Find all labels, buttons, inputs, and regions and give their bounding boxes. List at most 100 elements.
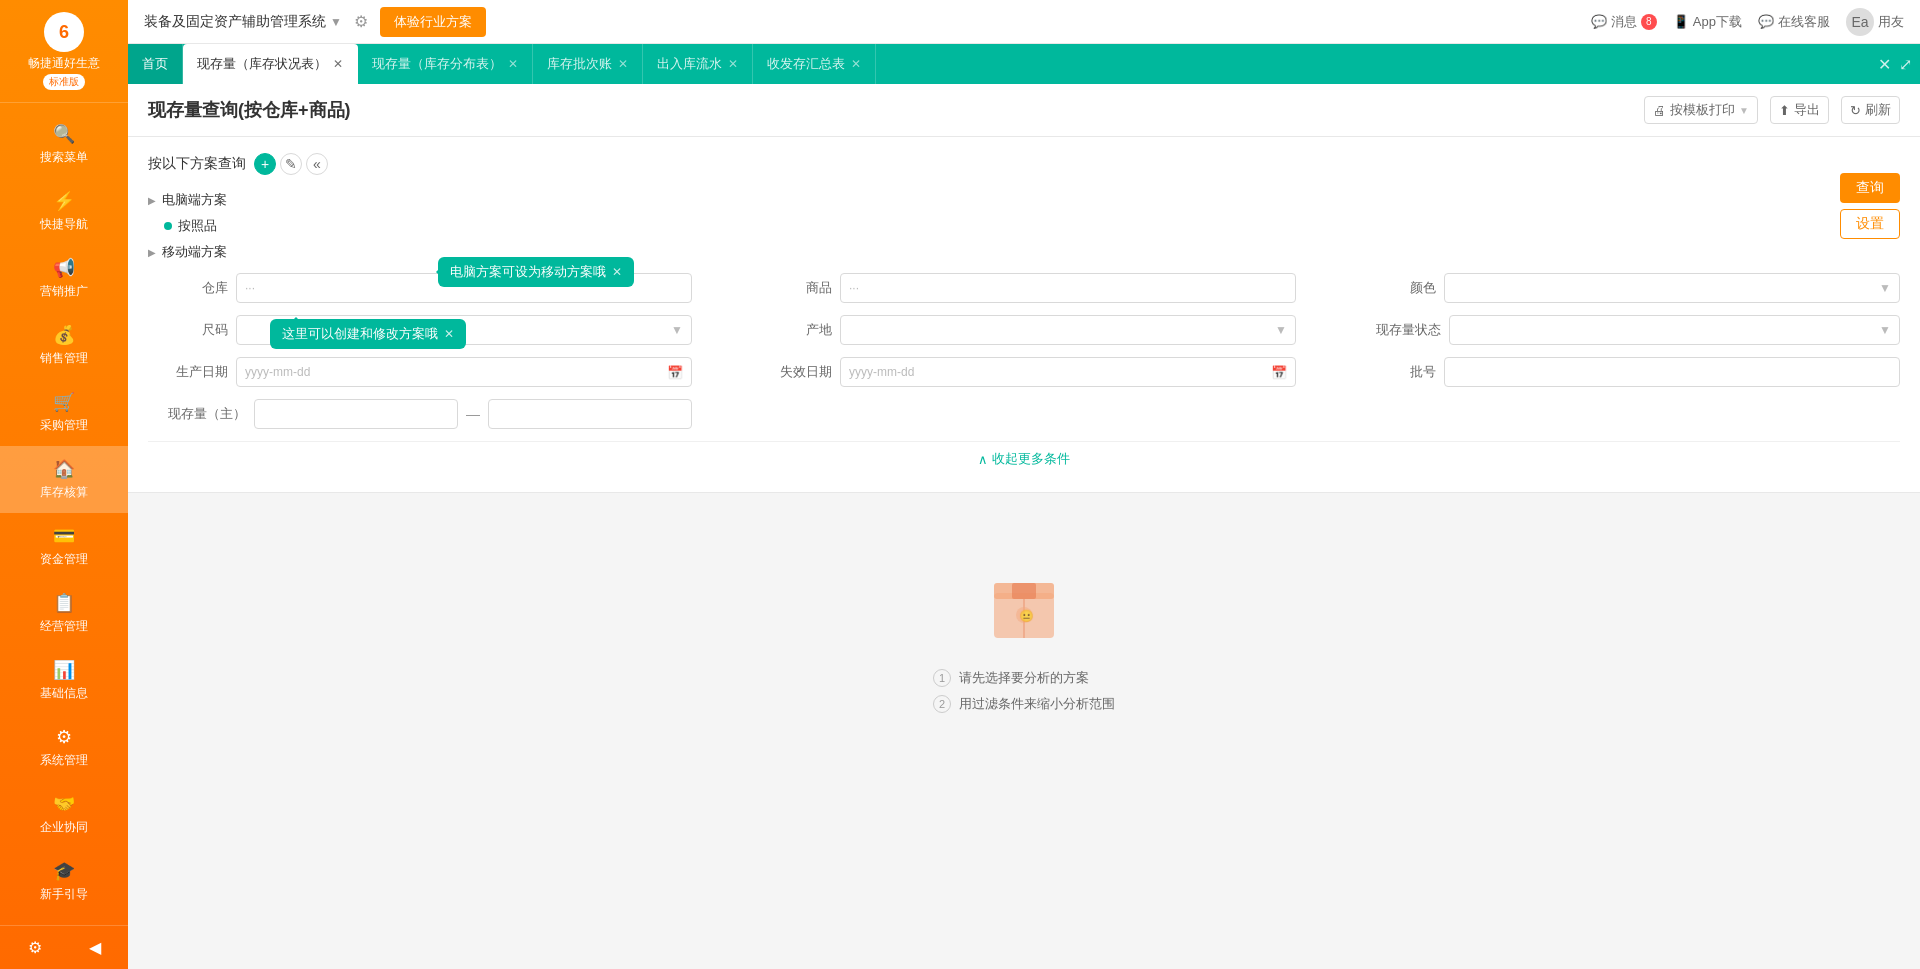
step-num-2: 2 (933, 695, 951, 713)
empty-steps: 1 请先选择要分析的方案 2 用过滤条件来缩小分析范围 (933, 669, 1115, 713)
sidebar-item-collab[interactable]: 🤝 企业协同 (0, 781, 128, 848)
color-label: 颜色 (1376, 279, 1436, 297)
tooltip1-close[interactable]: ✕ (612, 265, 622, 279)
calendar-icon-1: 📅 (667, 365, 683, 380)
mobile-arrow-icon: ▶ (148, 247, 156, 258)
system-name: 装备及固定资产辅助管理系统 (144, 13, 326, 31)
tab-close-3[interactable]: ✕ (618, 57, 628, 71)
tab-inventory-dist[interactable]: 现存量（库存分布表） ✕ (358, 44, 533, 84)
stock-qty-min[interactable] (254, 399, 458, 429)
marketing-icon: 📢 (53, 257, 75, 279)
dropdown-arrow-print: ▼ (1739, 105, 1749, 116)
filter-header: 按以下方案查询 + ✎ « (148, 153, 1900, 175)
sidebar-item-basic[interactable]: 📊 基础信息 (0, 647, 128, 714)
tab-close-4[interactable]: ✕ (728, 57, 738, 71)
tab-inout[interactable]: 出入库流水 ✕ (643, 44, 753, 84)
stock-status-select[interactable]: ▼ (1449, 315, 1900, 345)
appdown-action[interactable]: 📱 App下载 (1673, 13, 1742, 31)
settings-footer-icon[interactable]: ⚙ (28, 938, 42, 957)
svg-rect-2 (1012, 583, 1036, 599)
pc-scheme-children: 按照品 (148, 213, 1900, 239)
filter-controls: + ✎ « (254, 153, 328, 175)
calendar-icon-2: 📅 (1271, 365, 1287, 380)
top-header: 装备及固定资产辅助管理系统 ▼ ⚙ 体验行业方案 💬 消息 8 📱 App下载 … (128, 0, 1920, 44)
trial-button[interactable]: 体验行业方案 (380, 7, 486, 37)
print-button[interactable]: 🖨 按模板打印 ▼ (1644, 96, 1758, 124)
origin-select[interactable]: ▼ (840, 315, 1296, 345)
sidebar-item-sales[interactable]: 💰 销售管理 (0, 312, 128, 379)
tab-summary[interactable]: 收发存汇总表 ✕ (753, 44, 876, 84)
tab-close-1[interactable]: ✕ (333, 57, 343, 71)
sidebar-item-guide[interactable]: 🎓 新手引导 (0, 848, 128, 915)
sidebar-item-quicknav[interactable]: ⚡ 快捷导航 (0, 178, 128, 245)
tab-bar-actions: ✕ ⤢ (1878, 55, 1920, 74)
phone-icon: 📱 (1673, 14, 1689, 29)
prod-date-label: 生产日期 (168, 363, 228, 381)
prod-date-start[interactable]: yyyy-mm-dd 📅 (236, 357, 692, 387)
logo-badge: 标准版 (43, 74, 85, 90)
refresh-button[interactable]: ↻ 刷新 (1841, 96, 1900, 124)
warehouse-label: 仓库 (168, 279, 228, 297)
guide-icon: 🎓 (53, 860, 75, 882)
goods-select[interactable]: ··· (840, 273, 1296, 303)
range-separator: — (466, 406, 480, 422)
expire-date-start[interactable]: yyyy-mm-dd 📅 (840, 357, 1296, 387)
search-btn-area: 查询 设置 (1840, 173, 1900, 239)
mobile-scheme-toggle[interactable]: ▶ 移动端方案 (148, 239, 1900, 265)
service-action[interactable]: 💬 在线客服 (1758, 13, 1830, 31)
query-button[interactable]: 查询 (1840, 173, 1900, 203)
stock-qty-max[interactable] (488, 399, 692, 429)
pc-scheme-child[interactable]: 按照品 (164, 213, 1900, 239)
page-title: 现存量查询(按仓库+商品) (148, 98, 351, 122)
batch-text-input[interactable] (1453, 365, 1891, 380)
logo-icon: 6 (44, 12, 84, 52)
filter-color: 颜色 ▼ (1376, 273, 1900, 303)
message-icon: 💬 (1591, 14, 1607, 29)
edit-scheme-button[interactable]: ✎ (280, 153, 302, 175)
filter-prod-date: 生产日期 yyyy-mm-dd 📅 (168, 357, 692, 387)
tab-batch[interactable]: 库存批次账 ✕ (533, 44, 643, 84)
sidebar-item-management[interactable]: 📋 经营管理 (0, 580, 128, 647)
refresh-icon: ↻ (1850, 103, 1861, 118)
color-select[interactable]: ▼ (1444, 273, 1900, 303)
stock-status-dropdown-icon: ▼ (1879, 323, 1891, 337)
sidebar-item-marketing[interactable]: 📢 营销推广 (0, 245, 128, 312)
sidebar-item-finance[interactable]: 💳 资金管理 (0, 513, 128, 580)
tab-home[interactable]: 首页 (128, 44, 183, 84)
pc-scheme-toggle[interactable]: ▶ 电脑端方案 (148, 187, 1900, 213)
batch-label: 批号 (1376, 363, 1436, 381)
batch-input[interactable] (1444, 357, 1900, 387)
expand-icon[interactable]: ⤢ (1899, 55, 1912, 74)
sidebar-item-inventory[interactable]: 🏠 库存核算 (0, 446, 128, 513)
quicknav-icon: ⚡ (53, 190, 75, 212)
tooltip-create-scheme: 这里可以创建和修改方案哦 ✕ (270, 319, 466, 349)
export-button[interactable]: ⬆ 导出 (1770, 96, 1829, 124)
tab-bar: 首页 现存量（库存状况表） ✕ 现存量（库存分布表） ✕ 库存批次账 ✕ 出入库… (128, 44, 1920, 84)
color-dropdown-icon: ▼ (1879, 281, 1891, 295)
user-action[interactable]: Ea 用友 (1846, 8, 1904, 36)
tab-close-5[interactable]: ✕ (851, 57, 861, 71)
set-button[interactable]: 设置 (1840, 209, 1900, 239)
collab-icon: 🤝 (53, 793, 75, 815)
logo-area: 6 畅捷通好生意 标准版 (0, 0, 128, 103)
system-selector[interactable]: 装备及固定资产辅助管理系统 ▼ (144, 13, 342, 31)
search-icon: 🔍 (53, 123, 75, 145)
filter-stock-qty: 现存量（主） — (168, 399, 692, 429)
back-scheme-button[interactable]: « (306, 153, 328, 175)
close-all-tabs-icon[interactable]: ✕ (1878, 55, 1891, 74)
origin-label: 产地 (772, 321, 832, 339)
collapse-bar[interactable]: ∧ 收起更多条件 (148, 441, 1900, 476)
tab-inventory-status[interactable]: 现存量（库存状况表） ✕ (183, 44, 358, 84)
sidebar-item-search[interactable]: 🔍 搜索菜单 (0, 111, 128, 178)
message-action[interactable]: 💬 消息 8 (1591, 13, 1657, 31)
main-content: 现存量查询(按仓库+商品) 🖨 按模板打印 ▼ ⬆ 导出 ↻ 刷新 按以下方案查… (128, 84, 1920, 969)
sidebar-item-system[interactable]: ⚙ 系统管理 (0, 714, 128, 781)
sidebar-item-purchase[interactable]: 🛒 采购管理 (0, 379, 128, 446)
tooltip2-close[interactable]: ✕ (444, 327, 454, 341)
add-scheme-button[interactable]: + (254, 153, 276, 175)
collapse-sidebar-icon[interactable]: ◀ (89, 938, 101, 957)
header-settings-icon[interactable]: ⚙ (354, 12, 368, 31)
sidebar: 6 畅捷通好生意 标准版 🔍 搜索菜单 ⚡ 快捷导航 📢 营销推广 💰 销售管理… (0, 0, 128, 969)
scheme-dot-icon (164, 222, 172, 230)
tab-close-2[interactable]: ✕ (508, 57, 518, 71)
